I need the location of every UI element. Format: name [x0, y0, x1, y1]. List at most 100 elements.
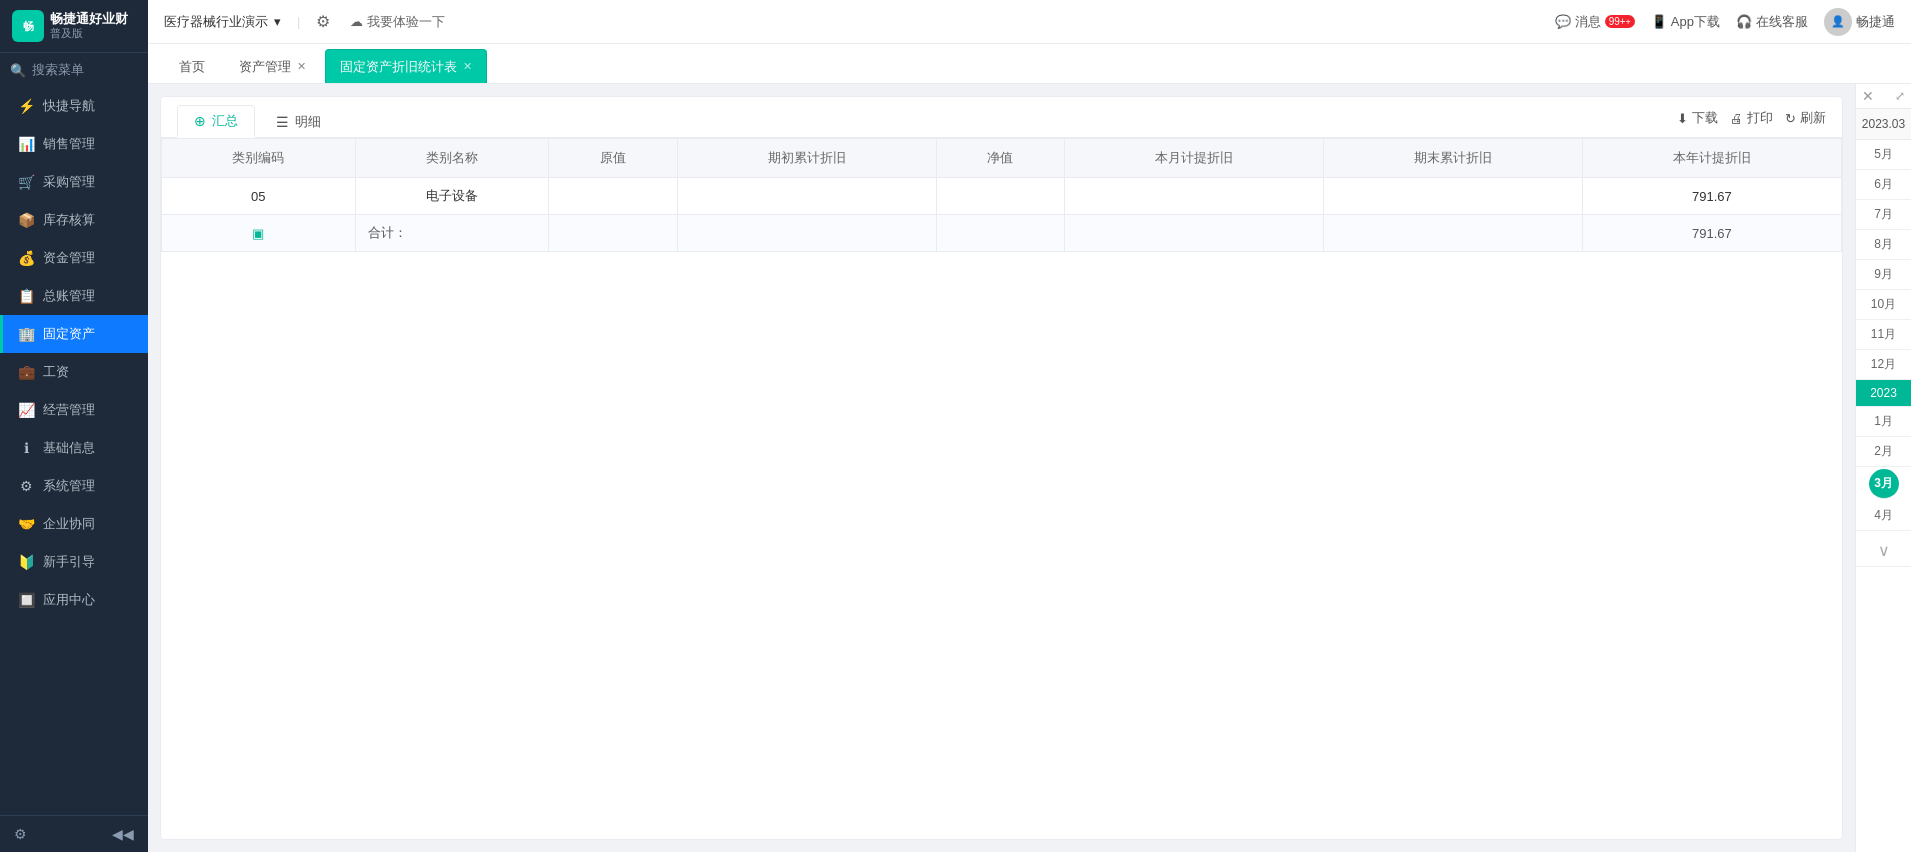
sidebar-item-label: 固定资产: [43, 325, 95, 343]
sidebar-settings-button[interactable]: ⚙: [14, 826, 27, 842]
subtab-summary-label: 汇总: [212, 112, 238, 130]
subtab-detail-label: 明细: [295, 113, 321, 131]
guide-icon: 🔰: [17, 554, 35, 570]
topbar-right: 💬 消息 99++ 📱 App下载 🎧 在线客服 👤 畅捷通: [1555, 8, 1895, 36]
summary-net: [936, 215, 1064, 252]
detail-icon: ☰: [276, 114, 289, 130]
tab-depreciation[interactable]: 固定资产折旧统计表 ✕: [325, 49, 487, 83]
tab-home-label: 首页: [179, 58, 205, 76]
content-area: ⊕ 汇总 ☰ 明细 ⬇ 下载 🖨 打印: [148, 84, 1911, 852]
date-panel-month-3[interactable]: 3月: [1869, 469, 1899, 499]
subtab-group: ⊕ 汇总 ☰ 明细: [177, 105, 338, 137]
download-button[interactable]: ⬇ 下载: [1677, 109, 1718, 127]
col-code: 类别编码: [162, 139, 356, 178]
message-button[interactable]: 💬 消息 99++: [1555, 13, 1635, 31]
tabbar: 首页 资产管理 ✕ 固定资产折旧统计表 ✕: [148, 44, 1911, 84]
sidebar-item-fixed-assets[interactable]: 🏢 固定资产: [0, 315, 148, 353]
date-panel-month-8[interactable]: 8月: [1856, 230, 1911, 260]
sidebar-item-purchase[interactable]: 🛒 采购管理: [0, 163, 148, 201]
summary-label: 合计：: [355, 215, 549, 252]
col-net: 净值: [936, 139, 1064, 178]
summary-icon: ⊕: [194, 113, 206, 129]
date-panel-month-12[interactable]: 12月: [1856, 350, 1911, 380]
experience-button[interactable]: ☁ 我要体验一下: [350, 13, 445, 31]
summary-annual: 791.67: [1582, 215, 1841, 252]
date-panel-year-2023[interactable]: 2023: [1856, 380, 1911, 407]
summary-row: ▣ 合计： 791.67: [162, 215, 1842, 252]
topbar: 医疗器械行业演示 ▾ | ⚙ ☁ 我要体验一下 💬 消息 99++ 📱 App下…: [148, 0, 1911, 44]
user-menu[interactable]: 👤 畅捷通: [1824, 8, 1895, 36]
sidebar-item-guide[interactable]: 🔰 新手引导: [0, 543, 148, 581]
tab-close-icon[interactable]: ✕: [463, 60, 472, 73]
sidebar-item-ledger[interactable]: 📋 总账管理: [0, 277, 148, 315]
sidebar-item-sales[interactable]: 📊 销售管理: [0, 125, 148, 163]
chevron-down-icon: ▾: [274, 14, 281, 29]
sidebar-item-label: 基础信息: [43, 439, 95, 457]
summary-accumulated: [677, 215, 936, 252]
cloud-icon: ☁: [350, 14, 363, 29]
date-panel-month-1[interactable]: 1月: [1856, 407, 1911, 437]
sidebar-item-label: 库存核算: [43, 211, 95, 229]
subtab-summary[interactable]: ⊕ 汇总: [177, 105, 255, 138]
company-selector[interactable]: 医疗器械行业演示 ▾: [164, 13, 281, 31]
tab-home[interactable]: 首页: [164, 49, 220, 83]
date-panel: ✕ ⤢ 2023.03 5月 6月 7月 8月 9月 10月 11月 12月 2…: [1855, 84, 1911, 852]
col-original: 原值: [549, 139, 677, 178]
download-icon: ⬇: [1677, 111, 1688, 126]
sidebar-logo: 畅 畅捷通好业财 普及版: [0, 0, 148, 53]
sidebar-item-label: 销售管理: [43, 135, 95, 153]
sidebar-item-inventory[interactable]: 📦 库存核算: [0, 201, 148, 239]
experience-label: 我要体验一下: [367, 13, 445, 31]
sidebar-item-enterprise[interactable]: 🤝 企业协同: [0, 505, 148, 543]
date-panel-close-button[interactable]: ✕: [1862, 88, 1874, 104]
online-service-button[interactable]: 🎧 在线客服: [1736, 13, 1808, 31]
app-download-button[interactable]: 📱 App下载: [1651, 13, 1720, 31]
cell-annual: 791.67: [1582, 178, 1841, 215]
date-panel-month-9[interactable]: 9月: [1856, 260, 1911, 290]
col-name: 类别名称: [355, 139, 549, 178]
date-panel-expand-button[interactable]: ⤢: [1895, 89, 1905, 103]
sidebar-item-app-center[interactable]: 🔲 应用中心: [0, 581, 148, 619]
sidebar-collapse-button[interactable]: ◀◀: [112, 826, 134, 842]
date-panel-month-7[interactable]: 7月: [1856, 200, 1911, 230]
sidebar-item-operations[interactable]: 📈 经营管理: [0, 391, 148, 429]
print-icon: 🖨: [1730, 111, 1743, 126]
summary-expand-icon[interactable]: ▣: [252, 226, 264, 241]
refresh-icon: ↻: [1785, 111, 1796, 126]
refresh-label: 刷新: [1800, 109, 1826, 127]
col-end-accumulated: 期末累计折旧: [1323, 139, 1582, 178]
date-panel-month-10[interactable]: 10月: [1856, 290, 1911, 320]
sidebar-item-finance[interactable]: 💰 资金管理: [0, 239, 148, 277]
date-panel-month-4[interactable]: 4月: [1856, 501, 1911, 531]
date-panel-month-5[interactable]: 5月: [1856, 140, 1911, 170]
tab-close-icon[interactable]: ✕: [297, 60, 306, 73]
sidebar-item-system[interactable]: ⚙ 系统管理: [0, 467, 148, 505]
message-icon: 💬: [1555, 14, 1571, 29]
fixed-assets-icon: 🏢: [17, 326, 35, 342]
sidebar-item-payroll[interactable]: 💼 工资: [0, 353, 148, 391]
date-panel-month-6[interactable]: 6月: [1856, 170, 1911, 200]
tab-asset-management[interactable]: 资产管理 ✕: [224, 49, 321, 83]
date-panel-month-11[interactable]: 11月: [1856, 320, 1911, 350]
subtab-detail[interactable]: ☰ 明细: [259, 105, 338, 137]
sales-icon: 📊: [17, 136, 35, 152]
quick-nav-icon: ⚡: [17, 98, 35, 114]
sidebar-search[interactable]: 🔍 搜索菜单: [0, 53, 148, 87]
topbar-settings-button[interactable]: ⚙: [316, 12, 330, 31]
payroll-icon: 💼: [17, 364, 35, 380]
main-area: 医疗器械行业演示 ▾ | ⚙ ☁ 我要体验一下 💬 消息 99++ 📱 App下…: [148, 0, 1911, 852]
sidebar-item-quick-nav[interactable]: ⚡ 快捷导航: [0, 87, 148, 125]
finance-icon: 💰: [17, 250, 35, 266]
date-panel-month-2[interactable]: 2月: [1856, 437, 1911, 467]
sidebar-item-label: 系统管理: [43, 477, 95, 495]
sidebar-item-basic-info[interactable]: ℹ 基础信息: [0, 429, 148, 467]
app-name: 畅捷通好业财: [50, 11, 128, 27]
sidebar-item-label: 总账管理: [43, 287, 95, 305]
cell-name: 电子设备: [355, 178, 549, 215]
message-label: 消息: [1575, 13, 1601, 31]
inventory-icon: 📦: [17, 212, 35, 228]
operations-icon: 📈: [17, 402, 35, 418]
date-panel-scroll-down[interactable]: ∨: [1856, 535, 1911, 567]
refresh-button[interactable]: ↻ 刷新: [1785, 109, 1826, 127]
print-button[interactable]: 🖨 打印: [1730, 109, 1773, 127]
